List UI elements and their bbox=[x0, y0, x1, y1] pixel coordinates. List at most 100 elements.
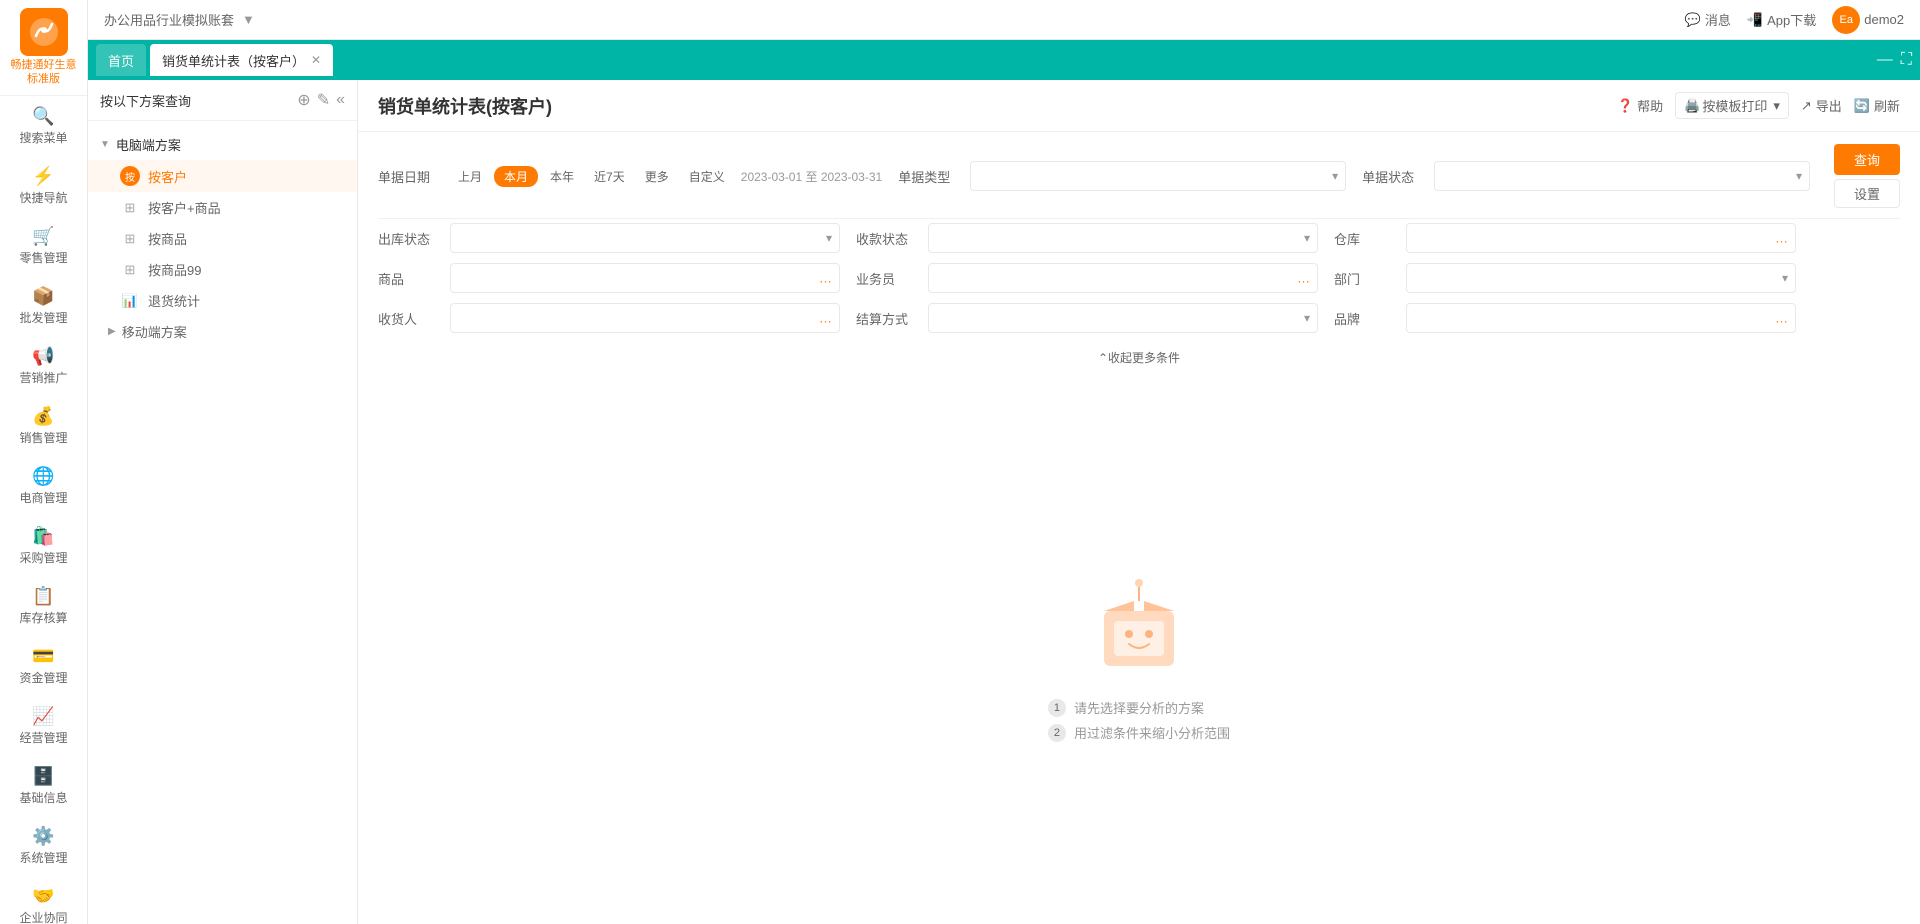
sidebar-item-agreement[interactable]: 🤝 企业协同 bbox=[0, 876, 87, 924]
ecommerce-icon: 🌐 bbox=[32, 466, 54, 487]
empty-illustration bbox=[1079, 566, 1199, 686]
date-tab-7days[interactable]: 近7天 bbox=[586, 166, 633, 187]
chart-icon: 📊 bbox=[120, 293, 140, 309]
sidebar-item-marketing[interactable]: 📢 营销推广 bbox=[0, 336, 87, 396]
retail-icon: 🛒 bbox=[32, 226, 54, 247]
type-select[interactable] bbox=[970, 161, 1346, 191]
dept-label: 部门 bbox=[1334, 269, 1390, 288]
tab-minimize-btn[interactable]: — bbox=[1877, 51, 1893, 69]
hint-num-1: 1 bbox=[1048, 699, 1066, 717]
collapse-panel-btn[interactable]: « bbox=[336, 91, 345, 109]
refresh-icon: 🔄 bbox=[1854, 98, 1870, 114]
page-actions: ❓ 帮助 🖨️ 按模板打印 ▾ ↗ 导出 🔄 刷新 bbox=[1617, 92, 1900, 119]
date-tab-custom[interactable]: 自定义 bbox=[681, 166, 733, 187]
sidebar-item-system[interactable]: ⚙️ 系统管理 bbox=[0, 816, 87, 876]
tree-item-by-goods-99[interactable]: ⊞ 按商品99 bbox=[88, 254, 357, 285]
sidebar-item-operation[interactable]: 📈 经营管理 bbox=[0, 696, 87, 756]
left-panel-actions: ⊕ ✎ « bbox=[297, 90, 345, 110]
app-download-btn[interactable]: 📲 App下载 bbox=[1747, 10, 1816, 29]
receiver-input[interactable] bbox=[450, 303, 840, 333]
goods-label: 商品 bbox=[378, 269, 434, 288]
date-tab-this-year[interactable]: 本年 bbox=[542, 166, 582, 187]
receiver-field: … bbox=[450, 303, 840, 333]
logo-text: 畅捷通好生意 标准版 bbox=[4, 58, 83, 87]
top-header: 办公用品行业模拟账套 ▼ 💬 消息 📲 App下载 Ea demo2 bbox=[88, 0, 1920, 40]
staff-input[interactable] bbox=[928, 263, 1318, 293]
out-status-label: 出库状态 bbox=[378, 229, 434, 248]
hint-2: 2 用过滤条件来缩小分析范围 bbox=[1048, 723, 1230, 742]
warehouse-dots: … bbox=[1775, 231, 1788, 246]
goods-dots: … bbox=[819, 271, 832, 286]
print-btn[interactable]: 🖨️ 按模板打印 ▾ bbox=[1675, 92, 1789, 119]
finance-icon: 💳 bbox=[32, 646, 54, 667]
settings-button[interactable]: 设置 bbox=[1834, 179, 1900, 208]
date-tab-this-month[interactable]: 本月 bbox=[494, 166, 538, 187]
goods99-icon: ⊞ bbox=[120, 262, 140, 278]
user-area[interactable]: Ea demo2 bbox=[1832, 6, 1904, 34]
warehouse-field: … bbox=[1406, 223, 1796, 253]
brand-label: 品牌 bbox=[1334, 309, 1390, 328]
message-btn[interactable]: 💬 消息 bbox=[1685, 10, 1731, 29]
sales-icon: 💰 bbox=[32, 406, 54, 427]
left-panel: 按以下方案查询 ⊕ ✎ « ▼ 电脑端方案 按 按客户 bbox=[88, 80, 358, 924]
tree-item-by-customer[interactable]: 按 按客户 bbox=[88, 160, 357, 192]
tab-maximize-btn[interactable]: ⛶ bbox=[1901, 51, 1912, 69]
sidebar-item-ecommerce[interactable]: 🌐 电商管理 bbox=[0, 456, 87, 516]
payment-status-select[interactable] bbox=[928, 223, 1318, 253]
goods-icon: ⊞ bbox=[120, 231, 140, 247]
operation-icon: 📈 bbox=[32, 706, 54, 727]
dept-select[interactable] bbox=[1406, 263, 1796, 293]
add-scheme-btn[interactable]: ⊕ bbox=[297, 90, 310, 110]
sidebar-item-base[interactable]: 🗄️ 基础信息 bbox=[0, 756, 87, 816]
goods-input[interactable] bbox=[450, 263, 840, 293]
staff-field: … bbox=[928, 263, 1318, 293]
tree-group-mobile-header[interactable]: ▶ 移动端方案 bbox=[88, 316, 357, 347]
tree-item-return-stats[interactable]: 📊 退货统计 bbox=[88, 285, 357, 316]
print-icon: 🖨️ bbox=[1684, 98, 1700, 114]
logo-area: 畅捷通好生意 标准版 bbox=[0, 0, 87, 96]
query-button[interactable]: 查询 bbox=[1834, 144, 1900, 175]
tree-group-desktop-header[interactable]: ▼ 电脑端方案 bbox=[88, 129, 357, 160]
date-tab-more[interactable]: 更多 bbox=[637, 166, 677, 187]
export-btn[interactable]: ↗ 导出 bbox=[1801, 96, 1842, 115]
brand-input[interactable] bbox=[1406, 303, 1796, 333]
download-icon: 📲 bbox=[1747, 12, 1763, 28]
out-status-select[interactable] bbox=[450, 223, 840, 253]
tree-item-by-goods[interactable]: ⊞ 按商品 bbox=[88, 223, 357, 254]
collapse-filters-btn[interactable]: ⌃ 收起更多条件 bbox=[378, 343, 1900, 372]
receiver-label: 收货人 bbox=[378, 309, 434, 328]
arrow-down-icon: ▼ bbox=[100, 139, 110, 150]
agreement-icon: 🤝 bbox=[32, 886, 54, 907]
sidebar-item-finance[interactable]: 💳 资金管理 bbox=[0, 636, 87, 696]
sidebar-item-search[interactable]: 🔍 搜索菜单 bbox=[0, 96, 87, 156]
warehouse-input[interactable] bbox=[1406, 223, 1796, 253]
goods-field: … bbox=[450, 263, 840, 293]
tab-sales-summary[interactable]: 销货单统计表（按客户） ✕ bbox=[150, 44, 333, 76]
empty-hints: 1 请先选择要分析的方案 2 用过滤条件来缩小分析范围 bbox=[1048, 698, 1230, 742]
print-dropdown-arrow: ▾ bbox=[1773, 98, 1780, 114]
settlement-select[interactable] bbox=[928, 303, 1318, 333]
sidebar-item-retail[interactable]: 🛒 零售管理 bbox=[0, 216, 87, 276]
header-dropdown-icon[interactable]: ▼ bbox=[242, 12, 255, 27]
user-name: demo2 bbox=[1864, 12, 1904, 27]
logo-icon bbox=[20, 8, 68, 56]
refresh-btn[interactable]: 🔄 刷新 bbox=[1854, 96, 1900, 115]
tab-home[interactable]: 首页 bbox=[96, 44, 146, 76]
tab-close-btn[interactable]: ✕ bbox=[311, 53, 321, 67]
tree-item-by-customer-goods[interactable]: ⊞ 按客户+商品 bbox=[88, 192, 357, 223]
edit-scheme-btn[interactable]: ✎ bbox=[317, 90, 330, 110]
type-label: 单据类型 bbox=[898, 167, 954, 186]
page-title: 销货单统计表(按客户) bbox=[378, 93, 552, 119]
status-select[interactable] bbox=[1434, 161, 1810, 191]
help-btn[interactable]: ❓ 帮助 bbox=[1617, 96, 1663, 115]
sidebar-item-purchase[interactable]: 🛍️ 采购管理 bbox=[0, 516, 87, 576]
sidebar-item-shortcut[interactable]: ⚡ 快捷导航 bbox=[0, 156, 87, 216]
date-tab-last-month[interactable]: 上月 bbox=[450, 166, 490, 187]
arrow-right-icon: ▶ bbox=[108, 326, 116, 337]
sidebar-item-inventory[interactable]: 📋 库存核算 bbox=[0, 576, 87, 636]
sidebar-item-sales[interactable]: 💰 销售管理 bbox=[0, 396, 87, 456]
sidebar-item-wholesale[interactable]: 📦 批发管理 bbox=[0, 276, 87, 336]
tree-group-desktop: ▼ 电脑端方案 按 按客户 ⊞ 按客户+商品 ⊞ bbox=[88, 129, 357, 316]
message-icon: 💬 bbox=[1685, 12, 1701, 28]
filter-row-1: 单据日期 上月 本月 本年 近7天 更多 自定义 2023-03-01 至 20… bbox=[378, 144, 1900, 208]
